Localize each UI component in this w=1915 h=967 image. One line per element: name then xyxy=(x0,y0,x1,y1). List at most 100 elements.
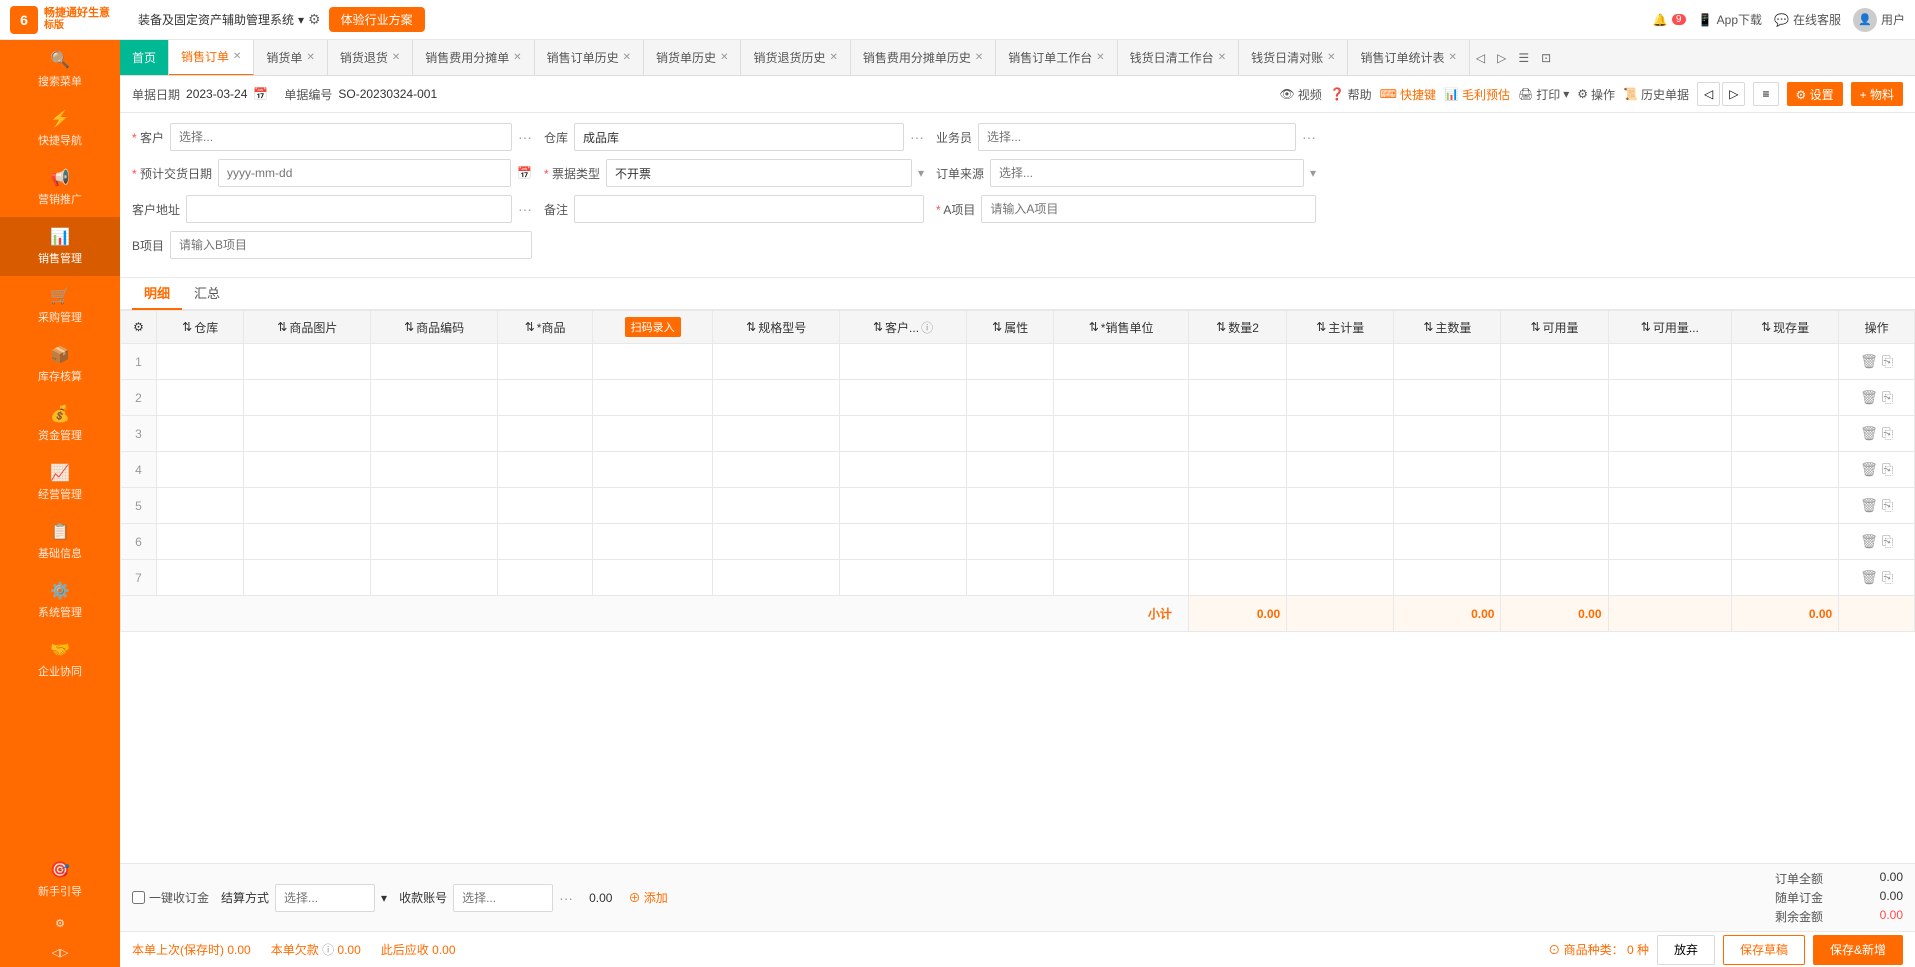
row-3-sales-unit[interactable] xyxy=(1054,416,1189,452)
delivery-date-input[interactable] xyxy=(218,159,511,187)
tab-detail[interactable]: 明细 xyxy=(132,278,182,310)
salesperson-more-btn[interactable]: ··· xyxy=(1302,129,1316,145)
row-6-sales-unit[interactable] xyxy=(1054,524,1189,560)
close-sales-order-tab[interactable]: ✕ xyxy=(233,51,241,62)
customer-address-input[interactable] xyxy=(186,195,512,223)
row-4-main-unit[interactable] xyxy=(1287,452,1394,488)
shortcuts-btn[interactable]: ⌨ 快捷键 xyxy=(1380,86,1436,103)
help-btn[interactable]: ❓ 帮助 xyxy=(1330,86,1372,103)
operations-btn[interactable]: ⚙ 操作 xyxy=(1577,86,1615,103)
row-1-spec-model[interactable] xyxy=(713,344,840,380)
product-name-col-sort-icon[interactable]: ⇅ xyxy=(525,320,535,334)
close-sales-refund-tab[interactable]: ✕ xyxy=(392,52,400,63)
tab-sales-refund[interactable]: 销货退货 ✕ xyxy=(328,40,413,76)
tab-home[interactable]: 首页 xyxy=(120,40,169,76)
row-1-product-name[interactable] xyxy=(498,344,593,380)
industry-btn[interactable]: 体验行业方案 xyxy=(329,7,425,32)
row-7-product-code[interactable] xyxy=(371,560,498,596)
tab-next-btn[interactable]: ▷ xyxy=(1491,40,1512,76)
tab-sales-stats[interactable]: 销售订单统计表 ✕ xyxy=(1348,40,1469,76)
order-source-dropdown-icon[interactable]: ▾ xyxy=(1310,166,1316,180)
row-4-product-name[interactable] xyxy=(498,452,593,488)
row-1-copy-btn[interactable]: ⎘ xyxy=(1882,353,1893,370)
row-2-product-code[interactable] xyxy=(371,380,498,416)
row-3-customer-code[interactable] xyxy=(840,416,967,452)
row-2-attributes[interactable] xyxy=(966,380,1053,416)
row-1-customer-code[interactable] xyxy=(840,344,967,380)
row-4-customer-code[interactable] xyxy=(840,452,967,488)
one-click-order-checkbox[interactable]: 一键收订金 xyxy=(132,889,209,906)
row-6-main-qty[interactable] xyxy=(1394,524,1501,560)
tab-menu-btn[interactable]: ☰ xyxy=(1512,40,1535,76)
row-2-spec-model[interactable] xyxy=(713,380,840,416)
row-7-customer-code[interactable] xyxy=(840,560,967,596)
row-5-main-qty[interactable] xyxy=(1394,488,1501,524)
row-3-delete-btn[interactable]: 🗑 xyxy=(1860,425,1878,442)
row-6-product-code[interactable] xyxy=(371,524,498,560)
a-project-input[interactable] xyxy=(981,195,1316,223)
row-7-main-unit[interactable] xyxy=(1287,560,1394,596)
sidebar-collapse[interactable]: ◁▷ xyxy=(0,938,120,967)
sidebar-item-finance[interactable]: 💰 资金管理 xyxy=(0,394,120,453)
sidebar-item-inventory[interactable]: 📦 库存核算 xyxy=(0,335,120,394)
row-6-spec-model[interactable] xyxy=(713,524,840,560)
tab-sales-return-history[interactable]: 销货单历史 ✕ xyxy=(644,40,741,76)
row-6-delete-btn[interactable]: 🗑 xyxy=(1860,533,1878,550)
row-5-sales-unit[interactable] xyxy=(1054,488,1189,524)
row-5-spec-model[interactable] xyxy=(713,488,840,524)
info-icon[interactable]: ⓘ xyxy=(921,319,933,336)
sidebar-item-enterprise[interactable]: 🤝 企业协同 xyxy=(0,630,120,689)
row-7-main-qty[interactable] xyxy=(1394,560,1501,596)
sidebar-settings[interactable]: ⚙ xyxy=(0,909,120,938)
row-4-attributes[interactable] xyxy=(966,452,1053,488)
row-2-main-qty[interactable] xyxy=(1394,380,1501,416)
add-items-btn[interactable]: + 物料 xyxy=(1851,82,1903,106)
list-view-btn[interactable]: ≡ xyxy=(1753,82,1778,106)
row-5-quantity2[interactable] xyxy=(1188,488,1286,524)
history-orders-btn[interactable]: 📜 历史单据 xyxy=(1623,86,1689,103)
available-qty-col-sort-icon[interactable]: ⇅ xyxy=(1530,320,1540,334)
row-4-product-code[interactable] xyxy=(371,452,498,488)
column-settings-icon[interactable]: ⚙ xyxy=(133,320,144,334)
row-5-copy-btn[interactable]: ⎘ xyxy=(1882,497,1893,514)
close-sales-return-history-tab[interactable]: ✕ xyxy=(720,52,728,63)
online-service[interactable]: 💬 在线客服 xyxy=(1774,11,1841,28)
row-4-sales-unit[interactable] xyxy=(1054,452,1189,488)
row-3-main-unit[interactable] xyxy=(1287,416,1394,452)
tab-sales-refund-history[interactable]: 销货退货历史 ✕ xyxy=(741,40,850,76)
row-7-sales-unit[interactable] xyxy=(1054,560,1189,596)
one-click-order-input[interactable] xyxy=(132,891,145,904)
close-sales-stats-tab[interactable]: ✕ xyxy=(1449,52,1457,63)
row-2-warehouse[interactable] xyxy=(157,380,244,416)
row-5-product-name[interactable] xyxy=(498,488,593,524)
row-5-delete-btn[interactable]: 🗑 xyxy=(1860,497,1878,514)
available-more-col-sort-icon[interactable]: ⇅ xyxy=(1641,320,1651,334)
account-more-btn[interactable]: ··· xyxy=(559,890,573,906)
row-5-attributes[interactable] xyxy=(966,488,1053,524)
customer-more-btn[interactable]: ··· xyxy=(518,129,532,145)
sidebar-item-system[interactable]: ⚙️ 系统管理 xyxy=(0,571,120,630)
tab-cash-daily-reconcile[interactable]: 钱货日清对账 ✕ xyxy=(1239,40,1348,76)
row-3-product-name[interactable] xyxy=(498,416,593,452)
row-1-attributes[interactable] xyxy=(966,344,1053,380)
notification-bell[interactable]: 🔔 9 xyxy=(1653,13,1686,27)
close-sales-refund-history-tab[interactable]: ✕ xyxy=(829,52,837,63)
close-sales-return-tab[interactable]: ✕ xyxy=(306,52,314,63)
tab-cash-daily-workbench[interactable]: 钱货日清工作台 ✕ xyxy=(1118,40,1239,76)
row-3-warehouse[interactable] xyxy=(157,416,244,452)
tab-sales-fee-split[interactable]: 销售费用分摊单 ✕ xyxy=(413,40,534,76)
attributes-col-sort-icon[interactable]: ⇅ xyxy=(992,320,1002,334)
row-3-product-code[interactable] xyxy=(371,416,498,452)
row-1-quantity2[interactable] xyxy=(1188,344,1286,380)
close-sales-fee-history-tab[interactable]: ✕ xyxy=(975,52,983,63)
row-1-delete-btn[interactable]: 🗑 xyxy=(1860,353,1878,370)
row-4-delete-btn[interactable]: 🗑 xyxy=(1860,461,1878,478)
save-new-btn[interactable]: 保存&新增 xyxy=(1813,935,1903,965)
tab-sales-order[interactable]: 销售订单 ✕ xyxy=(169,40,254,76)
tab-sales-return[interactable]: 销货单 ✕ xyxy=(254,40,327,76)
sidebar-item-sales[interactable]: 📊 销售管理 xyxy=(0,217,120,276)
close-sales-order-workbench-tab[interactable]: ✕ xyxy=(1096,52,1104,63)
product-code-col-sort-icon[interactable]: ⇅ xyxy=(404,320,414,334)
discard-btn[interactable]: 放弃 xyxy=(1657,935,1715,965)
payment-dropdown-icon[interactable]: ▾ xyxy=(381,891,387,905)
